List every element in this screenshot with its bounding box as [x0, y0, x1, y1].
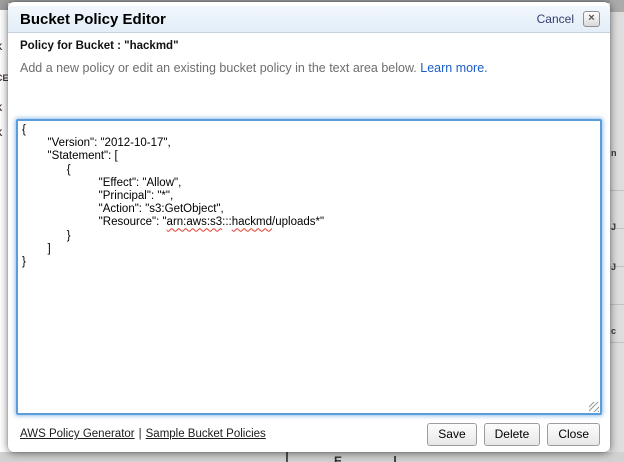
link-separator: |: [139, 428, 142, 440]
table-row-divider: [610, 342, 624, 343]
learn-more-link[interactable]: Learn more.: [420, 61, 487, 75]
policy-line: {: [22, 124, 596, 137]
background-page-right: n J J c: [610, 0, 624, 462]
table-row-divider: [610, 190, 624, 191]
background-text-fragment: J: [611, 222, 616, 232]
footer-buttons: Save Delete Close: [427, 423, 600, 446]
save-button[interactable]: Save: [427, 423, 476, 446]
background-gray-band: [0, 0, 8, 10]
policy-line: "Resource": "arn:aws:s3:::hackmd/uploads…: [22, 216, 596, 229]
background-text-fragment: J: [611, 262, 616, 272]
policy-line: {: [22, 164, 596, 177]
background-divider: [286, 452, 288, 462]
dialog-description: Add a new policy or edit an existing buc…: [20, 61, 600, 75]
footer-links: AWS Policy Generator | Sample Bucket Polic…: [20, 428, 266, 440]
aws-policy-generator-link[interactable]: AWS Policy Generator: [20, 428, 135, 440]
background-gray-band: [610, 0, 624, 12]
background-text-fragment: n: [611, 148, 617, 158]
description-text: Add a new policy or edit an existing buc…: [20, 61, 417, 75]
misspelled-text: hackmd: [232, 216, 272, 228]
background-text-fragment: CE: [0, 73, 8, 83]
bucket-policy-editor-dialog: Bucket Policy Editor Cancel × Policy for…: [8, 2, 610, 452]
policy-line: ]: [22, 243, 596, 256]
dialog-body: Policy for Bucket : "hackmd" Add a new p…: [8, 33, 610, 416]
close-button[interactable]: Close: [547, 423, 600, 446]
table-row-divider: [610, 304, 624, 305]
policy-line: }: [22, 230, 596, 243]
policy-line: "Effect": "Allow",: [22, 177, 596, 190]
policy-line: "Version": "2012-10-17",: [22, 137, 596, 150]
resize-grip-icon[interactable]: [589, 402, 599, 412]
background-page-left: K CE K K: [0, 0, 8, 462]
sample-bucket-policies-link[interactable]: Sample Bucket Policies: [146, 428, 266, 440]
cancel-link[interactable]: Cancel: [537, 12, 574, 26]
dialog-title: Bucket Policy Editor: [20, 11, 537, 28]
policy-line: }: [22, 256, 596, 269]
dialog-header: Bucket Policy Editor Cancel ×: [8, 6, 610, 33]
background-text-fragment: E l: [334, 454, 421, 462]
background-text-fragment: K: [0, 128, 8, 138]
policy-line: "Principal": "*",: [22, 190, 596, 203]
delete-button[interactable]: Delete: [484, 423, 541, 446]
background-text-fragment: K: [0, 103, 8, 113]
close-icon[interactable]: ×: [583, 11, 600, 27]
policy-line: "Action": "s3:GetObject",: [22, 203, 596, 216]
policy-for-bucket-label: Policy for Bucket : "hackmd": [20, 40, 600, 52]
policy-line: "Statement": [: [22, 150, 596, 163]
background-page-bottom: E l: [0, 452, 624, 462]
misspelled-text: arn:aws:s3: [167, 216, 223, 228]
background-text-fragment: c: [611, 326, 616, 336]
dialog-footer: AWS Policy Generator | Sample Bucket Polic…: [8, 416, 610, 452]
background-text-fragment: K: [0, 42, 8, 52]
policy-textarea[interactable]: { "Version": "2012-10-17", "Statement": …: [16, 119, 602, 415]
